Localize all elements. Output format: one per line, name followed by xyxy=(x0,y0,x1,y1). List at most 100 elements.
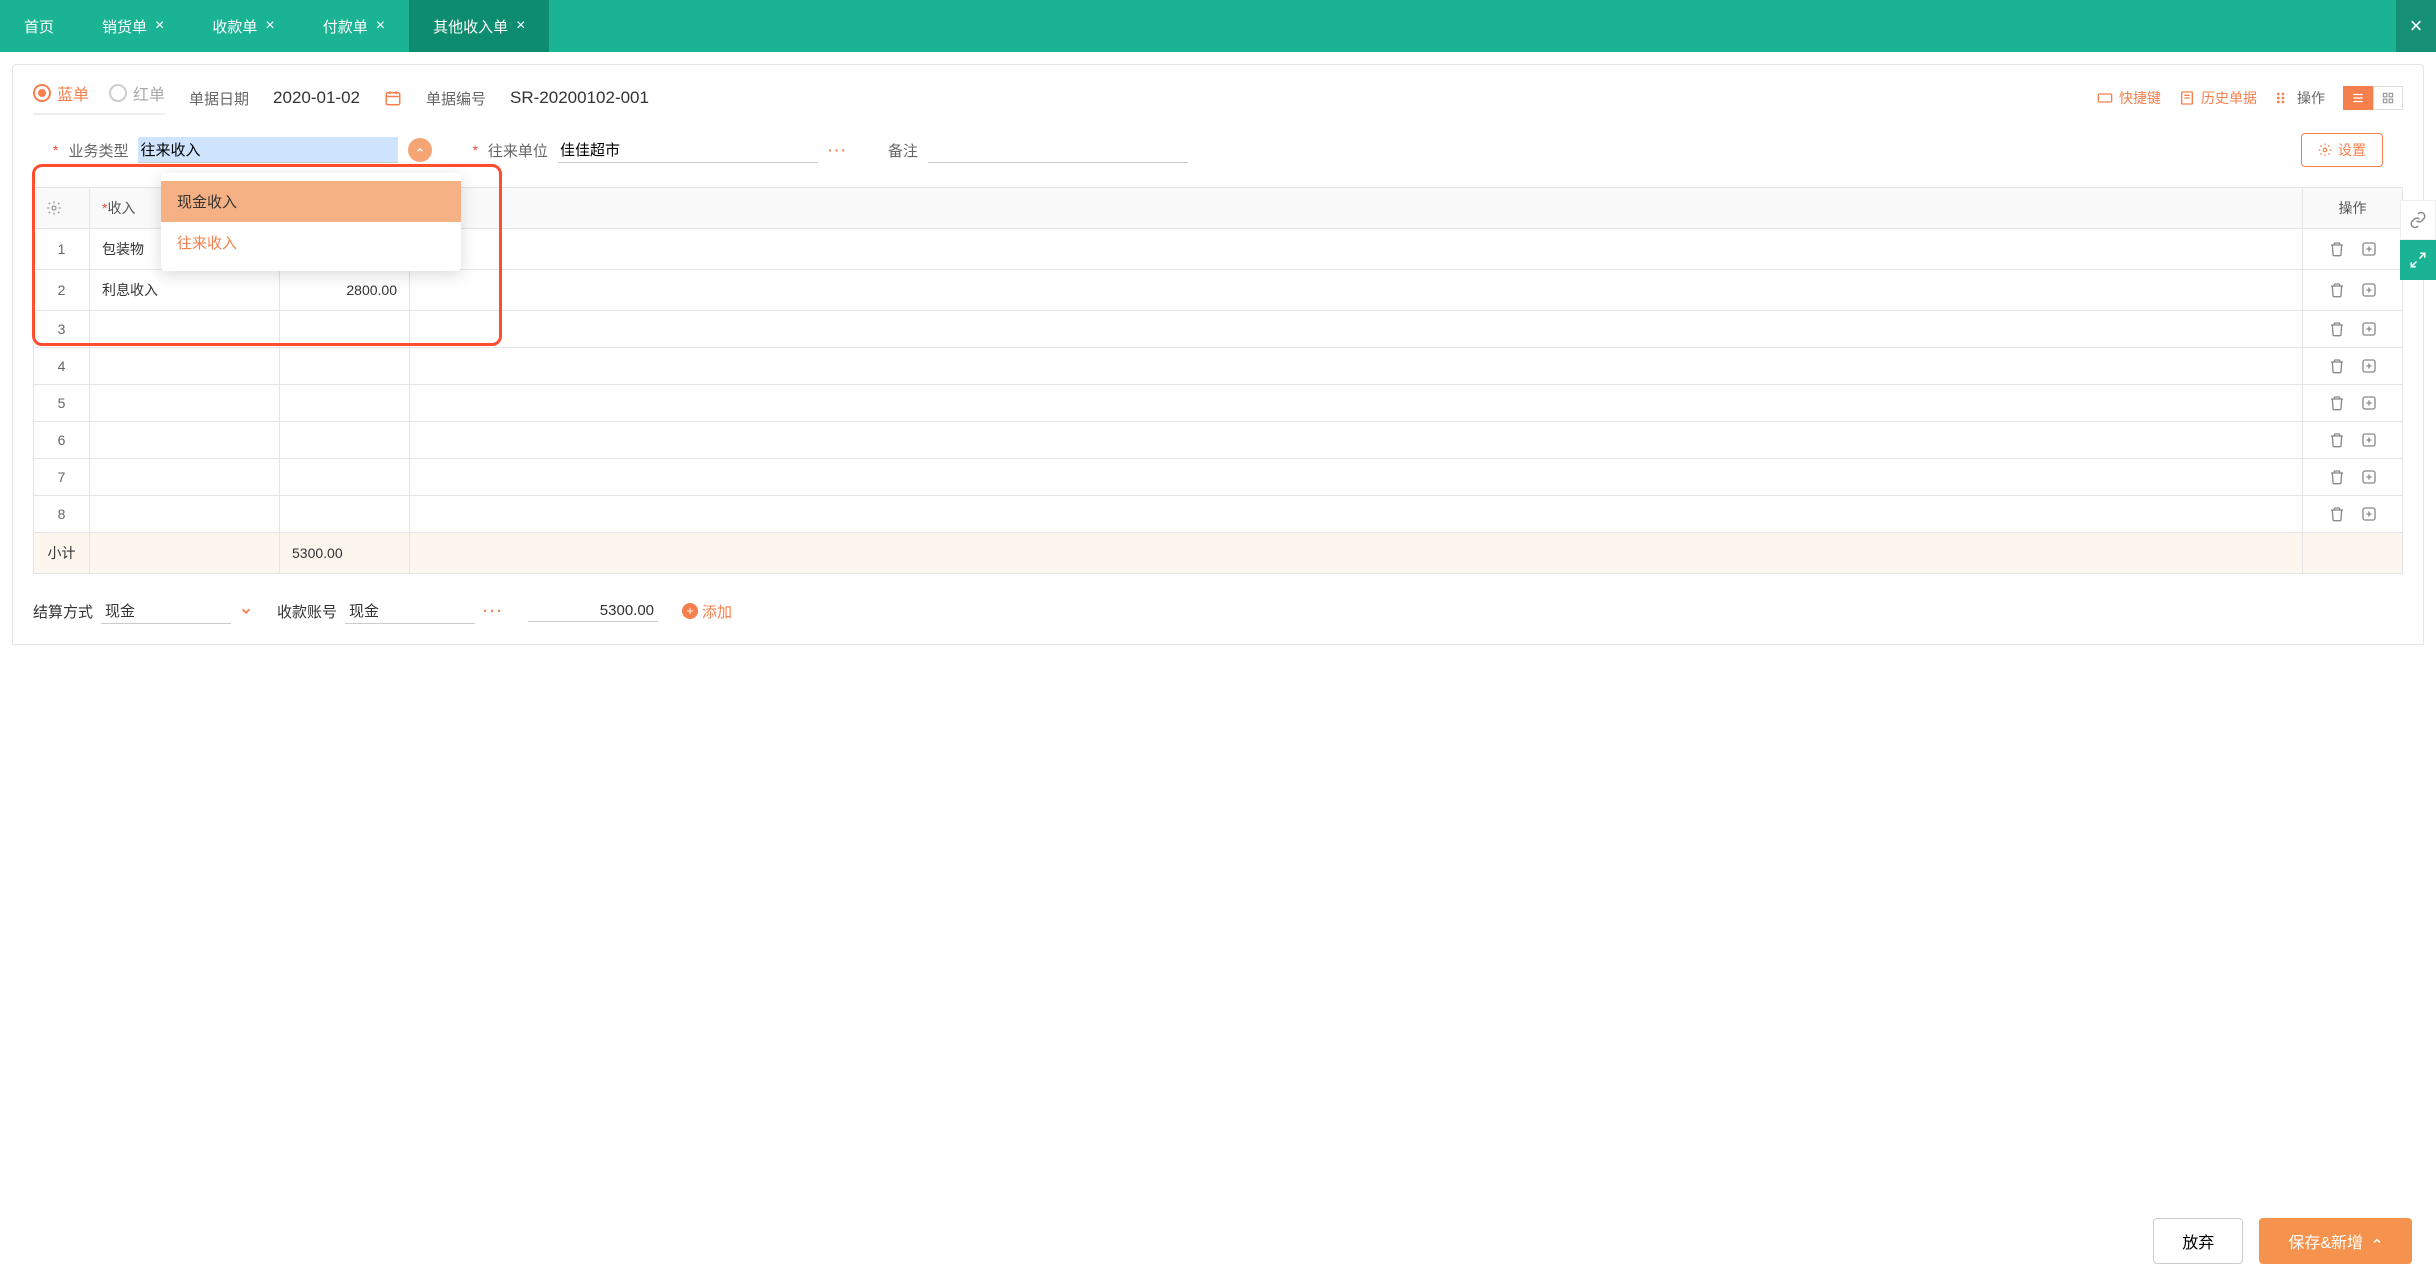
row-amount[interactable] xyxy=(280,311,410,348)
add-row-icon[interactable] xyxy=(2361,432,2377,448)
dropdown-item-cash[interactable]: 现金收入 xyxy=(161,181,461,222)
add-row-icon[interactable] xyxy=(2361,282,2377,298)
row-item[interactable] xyxy=(90,311,280,348)
tab-receipt[interactable]: 收款单 × xyxy=(188,0,298,52)
table-row[interactable]: 3 xyxy=(34,311,2403,348)
add-row-icon[interactable] xyxy=(2361,358,2377,374)
operate-button[interactable]: 操作 xyxy=(2275,88,2325,108)
delete-icon[interactable] xyxy=(2329,241,2345,257)
row-remark[interactable] xyxy=(410,229,2303,270)
row-item[interactable] xyxy=(90,385,280,422)
gear-header[interactable] xyxy=(34,188,90,229)
add-row-icon[interactable] xyxy=(2361,241,2377,257)
table-row[interactable]: 5 xyxy=(34,385,2403,422)
settle-row: 结算方式 现金 收款账号 现金 ··· 5300.00 + 添加 xyxy=(13,574,2423,624)
table-row[interactable]: 7 xyxy=(34,459,2403,496)
radio-label: 蓝单 xyxy=(57,81,89,105)
party-input[interactable] xyxy=(558,137,818,163)
add-row-icon[interactable] xyxy=(2361,395,2377,411)
delete-icon[interactable] xyxy=(2329,395,2345,411)
row-remark[interactable] xyxy=(410,385,2303,422)
radio-icon xyxy=(109,84,127,102)
close-icon[interactable]: × xyxy=(155,17,164,35)
tab-sales[interactable]: 销货单 × xyxy=(78,0,188,52)
history-button[interactable]: 历史单据 xyxy=(2179,88,2257,108)
amount-value[interactable]: 5300.00 xyxy=(528,600,658,622)
link-icon[interactable] xyxy=(2400,200,2436,240)
more-icon[interactable]: ··· xyxy=(483,603,504,620)
tab-payment[interactable]: 付款单 × xyxy=(299,0,409,52)
doc-type-radio: 蓝单 红单 xyxy=(33,81,165,115)
expand-icon[interactable] xyxy=(2400,240,2436,280)
table-row[interactable]: 2 利息收入 2800.00 xyxy=(34,270,2403,311)
row-amount[interactable] xyxy=(280,348,410,385)
discard-button[interactable]: 放弃 xyxy=(2153,1218,2243,1264)
close-icon[interactable]: × xyxy=(516,17,525,35)
chevron-down-icon[interactable] xyxy=(239,604,253,618)
tab-home[interactable]: 首页 xyxy=(0,0,78,52)
add-row-icon[interactable] xyxy=(2361,321,2377,337)
row-amount[interactable]: 2800.00 xyxy=(280,270,410,311)
history-label: 历史单据 xyxy=(2201,88,2257,108)
delete-icon[interactable] xyxy=(2329,469,2345,485)
row-remark[interactable] xyxy=(410,270,2303,311)
remark-input[interactable] xyxy=(928,137,1188,163)
row-amount[interactable] xyxy=(280,496,410,533)
shortcut-label: 快捷键 xyxy=(2119,88,2161,108)
shortcut-button[interactable]: 快捷键 xyxy=(2097,88,2161,108)
chevron-up-icon[interactable] xyxy=(408,138,432,162)
row-ops xyxy=(2303,311,2403,348)
save-button[interactable]: 保存&新增 xyxy=(2259,1218,2412,1264)
col-op: 操作 xyxy=(2303,188,2403,229)
row-item[interactable] xyxy=(90,459,280,496)
subtotal-label: 小计 xyxy=(34,533,90,574)
more-icon[interactable]: ··· xyxy=(828,142,848,158)
row-item[interactable] xyxy=(90,348,280,385)
close-all-icon[interactable]: × xyxy=(2396,0,2436,52)
account-value[interactable]: 现金 xyxy=(345,598,475,624)
view-grid-icon[interactable] xyxy=(2373,86,2403,110)
view-list-icon[interactable] xyxy=(2343,86,2373,110)
dropdown-item-ar[interactable]: 往来收入 xyxy=(161,222,461,263)
row-remark[interactable] xyxy=(410,459,2303,496)
add-row-icon[interactable] xyxy=(2361,469,2377,485)
settings-button[interactable]: 设置 xyxy=(2301,133,2383,167)
add-button[interactable]: + 添加 xyxy=(682,601,732,622)
delete-icon[interactable] xyxy=(2329,506,2345,522)
settle-method-value[interactable]: 现金 xyxy=(101,598,231,624)
delete-icon[interactable] xyxy=(2329,358,2345,374)
row-item[interactable]: 利息收入 xyxy=(90,270,280,311)
view-toggle xyxy=(2343,86,2403,110)
row-amount[interactable] xyxy=(280,385,410,422)
radio-label: 红单 xyxy=(133,81,165,105)
delete-icon[interactable] xyxy=(2329,321,2345,337)
radio-blue[interactable]: 蓝单 xyxy=(33,81,89,105)
settle-method-field: 结算方式 现金 xyxy=(33,598,253,624)
subtotal-amount: 5300.00 xyxy=(280,533,410,574)
table-row[interactable]: 4 xyxy=(34,348,2403,385)
delete-icon[interactable] xyxy=(2329,432,2345,448)
gear-icon xyxy=(46,200,62,216)
row-remark[interactable] xyxy=(410,496,2303,533)
add-label: 添加 xyxy=(702,601,732,622)
delete-icon[interactable] xyxy=(2329,282,2345,298)
close-icon[interactable]: × xyxy=(376,17,385,35)
row-item[interactable] xyxy=(90,422,280,459)
row-remark[interactable] xyxy=(410,422,2303,459)
close-icon[interactable]: × xyxy=(265,17,274,35)
tab-label: 付款单 xyxy=(323,16,368,37)
row-item[interactable] xyxy=(90,496,280,533)
footer: 放弃 保存&新增 xyxy=(0,1206,2436,1276)
row-remark[interactable] xyxy=(410,311,2303,348)
add-row-icon[interactable] xyxy=(2361,506,2377,522)
row-remark[interactable] xyxy=(410,348,2303,385)
biz-type-input[interactable] xyxy=(138,137,398,163)
row-amount[interactable] xyxy=(280,459,410,496)
table-row[interactable]: 6 xyxy=(34,422,2403,459)
doc-date-value[interactable]: 2020-01-02 xyxy=(273,88,360,108)
table-row[interactable]: 8 xyxy=(34,496,2403,533)
tab-other-income[interactable]: 其他收入单 × xyxy=(409,0,549,52)
calendar-icon[interactable] xyxy=(384,89,402,107)
row-amount[interactable] xyxy=(280,422,410,459)
radio-red[interactable]: 红单 xyxy=(109,81,165,105)
